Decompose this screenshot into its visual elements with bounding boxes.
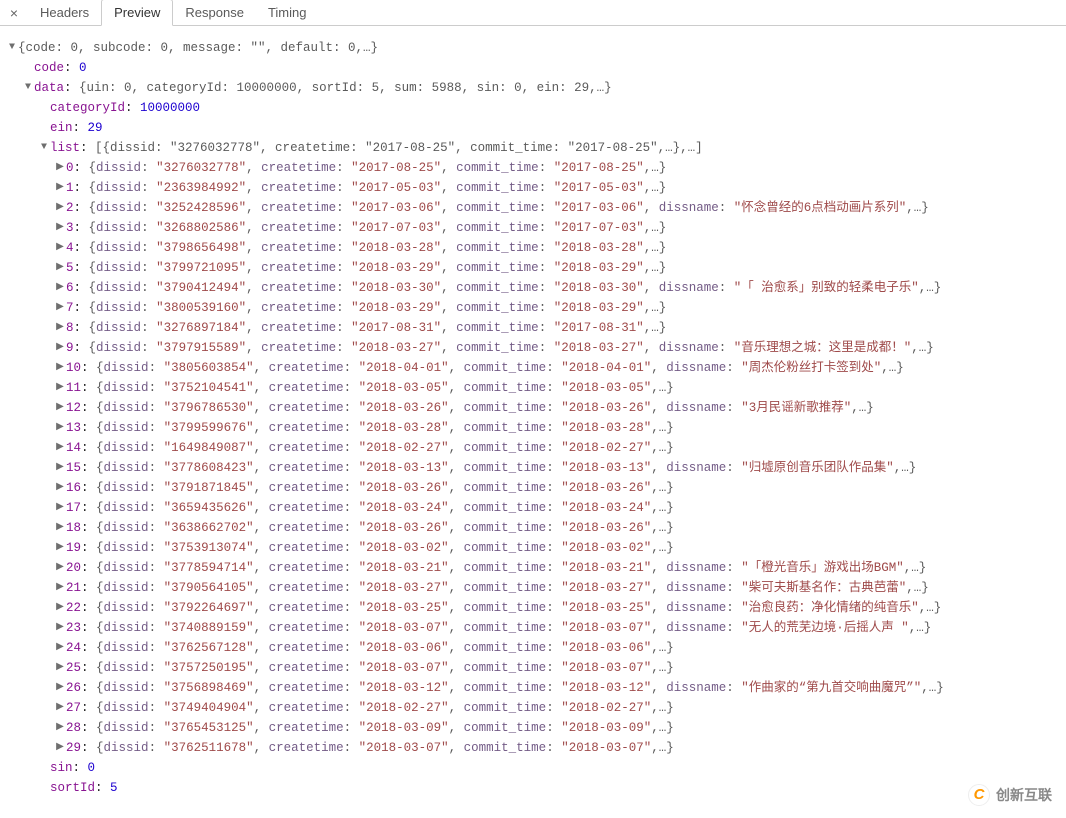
tab-preview[interactable]: Preview (101, 0, 173, 26)
expand-right-icon[interactable]: ▶ (54, 458, 66, 478)
list-item[interactable]: ▶24: {dissid: "3762567128", createtime: … (6, 638, 1060, 658)
list-item[interactable]: ▶9: {dissid: "3797915589", createtime: "… (6, 338, 1060, 358)
list-item[interactable]: ▶17: {dissid: "3659435626", createtime: … (6, 498, 1060, 518)
expand-down-icon[interactable]: ▼ (22, 78, 34, 98)
list-item[interactable]: ▶19: {dissid: "3753913074", createtime: … (6, 538, 1060, 558)
categoryid-row[interactable]: categoryId: 10000000 (6, 98, 1060, 118)
expand-right-icon[interactable]: ▶ (54, 618, 66, 638)
list-item[interactable]: ▶5: {dissid: "3799721095", createtime: "… (6, 258, 1060, 278)
close-icon[interactable]: × (0, 5, 28, 25)
expand-right-icon[interactable]: ▶ (54, 498, 66, 518)
list-item[interactable]: ▶23: {dissid: "3740889159", createtime: … (6, 618, 1060, 638)
expand-right-icon[interactable]: ▶ (54, 558, 66, 578)
list-item[interactable]: ▶8: {dissid: "3276897184", createtime: "… (6, 318, 1060, 338)
list-item[interactable]: ▶29: {dissid: "3762511678", createtime: … (6, 738, 1060, 758)
list-item[interactable]: ▶16: {dissid: "3791871845", createtime: … (6, 478, 1060, 498)
list-item[interactable]: ▶25: {dissid: "3757250195", createtime: … (6, 658, 1060, 678)
list-item[interactable]: ▶27: {dissid: "3749404904", createtime: … (6, 698, 1060, 718)
watermark-logo-icon: C (968, 784, 990, 806)
expand-down-icon[interactable]: ▼ (6, 38, 18, 58)
expand-right-icon[interactable]: ▶ (54, 538, 66, 558)
expand-right-icon[interactable]: ▶ (54, 178, 66, 198)
tab-response[interactable]: Response (173, 0, 256, 25)
list-item[interactable]: ▶10: {dissid: "3805603854", createtime: … (6, 358, 1060, 378)
expand-right-icon[interactable]: ▶ (54, 718, 66, 738)
list-item[interactable]: ▶6: {dissid: "3790412494", createtime: "… (6, 278, 1060, 298)
list-item[interactable]: ▶18: {dissid: "3638662702", createtime: … (6, 518, 1060, 538)
sin-row[interactable]: sin: 0 (6, 758, 1060, 778)
expand-right-icon[interactable]: ▶ (54, 218, 66, 238)
expand-right-icon[interactable]: ▶ (54, 678, 66, 698)
devtools-tabs: × Headers Preview Response Timing (0, 0, 1066, 26)
root-summary: {code: 0, subcode: 0, message: "", defau… (18, 38, 378, 58)
list-item[interactable]: ▶22: {dissid: "3792264697", createtime: … (6, 598, 1060, 618)
list-item[interactable]: ▶20: {dissid: "3778594714", createtime: … (6, 558, 1060, 578)
expand-right-icon[interactable]: ▶ (54, 638, 66, 658)
code-row[interactable]: code: 0 (6, 58, 1060, 78)
list-item[interactable]: ▶14: {dissid: "1649849087", createtime: … (6, 438, 1060, 458)
list-item[interactable]: ▶15: {dissid: "3778608423", createtime: … (6, 458, 1060, 478)
list-item[interactable]: ▶28: {dissid: "3765453125", createtime: … (6, 718, 1060, 738)
expand-right-icon[interactable]: ▶ (54, 278, 66, 298)
list-item[interactable]: ▶0: {dissid: "3276032778", createtime: "… (6, 158, 1060, 178)
preview-tree: ▼ {code: 0, subcode: 0, message: "", def… (0, 26, 1066, 818)
list-item[interactable]: ▶3: {dissid: "3268802586", createtime: "… (6, 218, 1060, 238)
expand-right-icon[interactable]: ▶ (54, 298, 66, 318)
tab-headers[interactable]: Headers (28, 0, 101, 25)
expand-right-icon[interactable]: ▶ (54, 338, 66, 358)
list-row[interactable]: ▼ list: [{dissid: "3276032778", createti… (6, 138, 1060, 158)
root-row[interactable]: ▼ {code: 0, subcode: 0, message: "", def… (6, 38, 1060, 58)
watermark-text: 创新互联 (996, 785, 1052, 805)
expand-right-icon[interactable]: ▶ (54, 738, 66, 758)
expand-right-icon[interactable]: ▶ (54, 358, 66, 378)
expand-right-icon[interactable]: ▶ (54, 578, 66, 598)
expand-right-icon[interactable]: ▶ (54, 398, 66, 418)
expand-right-icon[interactable]: ▶ (54, 198, 66, 218)
list-item[interactable]: ▶26: {dissid: "3756898469", createtime: … (6, 678, 1060, 698)
sortid-row[interactable]: sortId: 5 (6, 778, 1060, 798)
list-item[interactable]: ▶12: {dissid: "3796786530", createtime: … (6, 398, 1060, 418)
expand-right-icon[interactable]: ▶ (54, 598, 66, 618)
expand-right-icon[interactable]: ▶ (54, 318, 66, 338)
list-item[interactable]: ▶4: {dissid: "3798656498", createtime: "… (6, 238, 1060, 258)
list-item[interactable]: ▶11: {dissid: "3752104541", createtime: … (6, 378, 1060, 398)
ein-row[interactable]: ein: 29 (6, 118, 1060, 138)
list-item[interactable]: ▶7: {dissid: "3800539160", createtime: "… (6, 298, 1060, 318)
expand-right-icon[interactable]: ▶ (54, 658, 66, 678)
expand-right-icon[interactable]: ▶ (54, 418, 66, 438)
tab-timing[interactable]: Timing (256, 0, 319, 25)
expand-right-icon[interactable]: ▶ (54, 438, 66, 458)
expand-right-icon[interactable]: ▶ (54, 478, 66, 498)
expand-right-icon[interactable]: ▶ (54, 238, 66, 258)
expand-right-icon[interactable]: ▶ (54, 258, 66, 278)
expand-right-icon[interactable]: ▶ (54, 518, 66, 538)
watermark: C 创新互联 (968, 784, 1052, 806)
list-item[interactable]: ▶2: {dissid: "3252428596", createtime: "… (6, 198, 1060, 218)
expand-right-icon[interactable]: ▶ (54, 158, 66, 178)
list-item[interactable]: ▶13: {dissid: "3799599676", createtime: … (6, 418, 1060, 438)
list-item[interactable]: ▶21: {dissid: "3790564105", createtime: … (6, 578, 1060, 598)
list-item[interactable]: ▶1: {dissid: "2363984992", createtime: "… (6, 178, 1060, 198)
expand-right-icon[interactable]: ▶ (54, 698, 66, 718)
expand-down-icon[interactable]: ▼ (38, 138, 50, 158)
data-row[interactable]: ▼ data: {uin: 0, categoryId: 10000000, s… (6, 78, 1060, 98)
expand-right-icon[interactable]: ▶ (54, 378, 66, 398)
